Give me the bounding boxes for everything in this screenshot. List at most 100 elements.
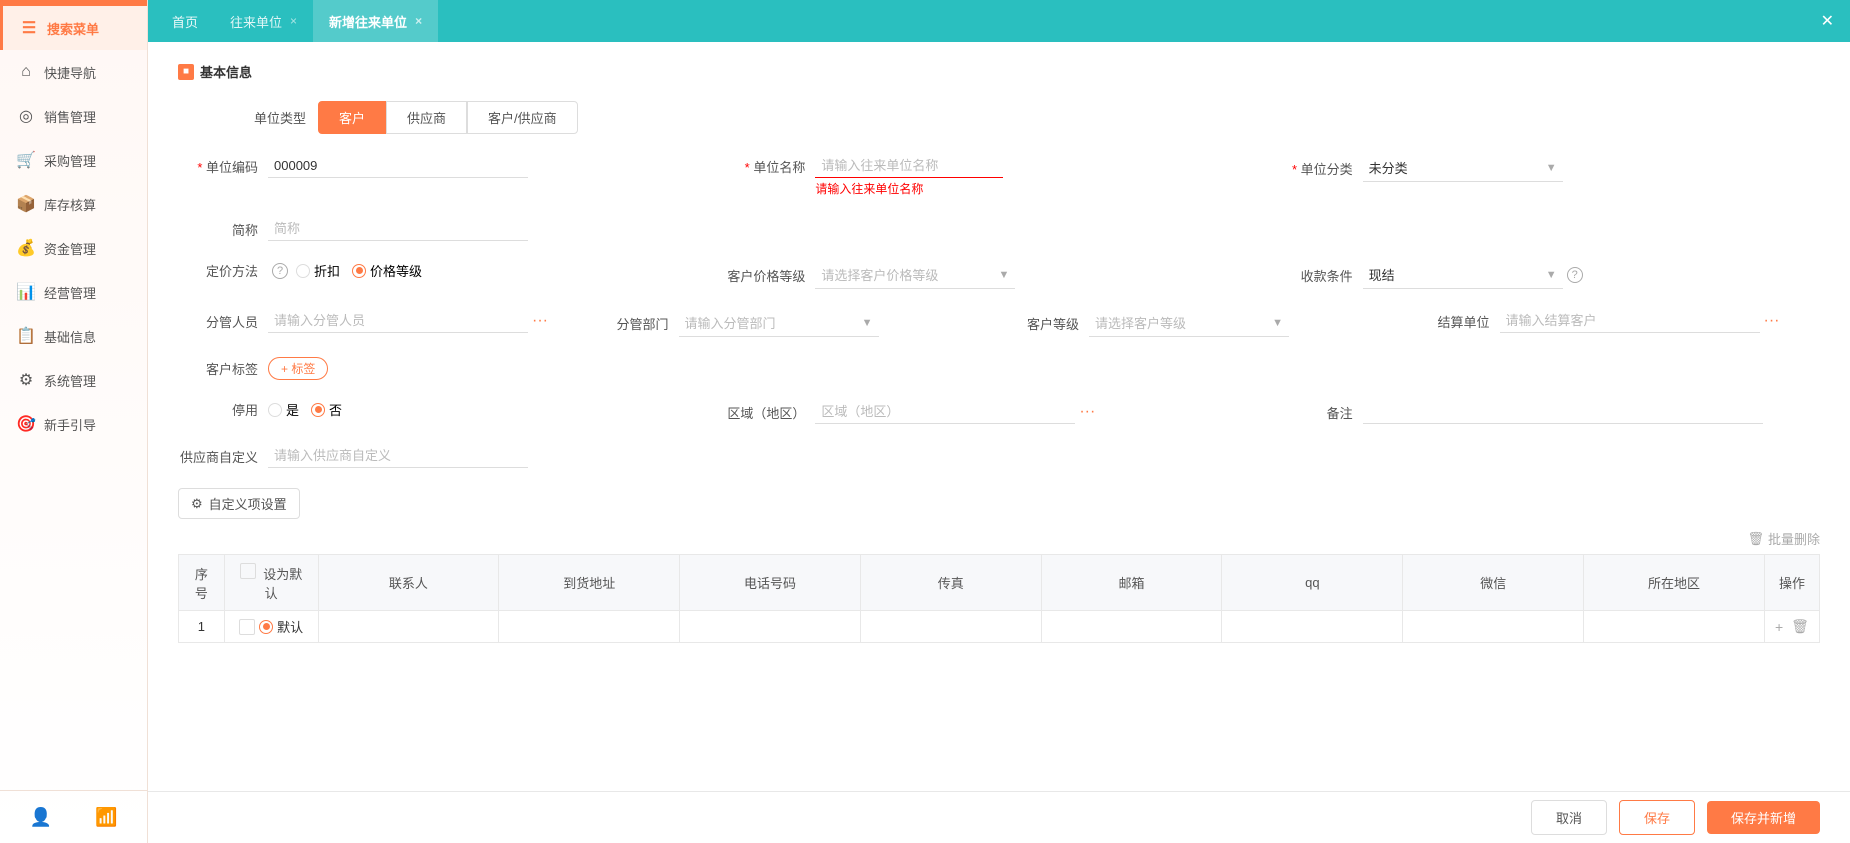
row-fax-input[interactable] (871, 619, 1031, 634)
department-select[interactable]: 请输入分管部门 ▼ (679, 309, 879, 337)
unit-type-both[interactable]: 客户/供应商 (467, 101, 578, 134)
user-icon[interactable]: 👤 (23, 799, 59, 835)
gear-icon: ⚙ (191, 496, 203, 512)
radio-discount-label: 折扣 (314, 261, 340, 280)
field-manager: 分管人员 ··· (178, 309, 589, 333)
row-default-radio-circle (259, 620, 273, 634)
manager-input[interactable] (268, 309, 528, 333)
unit-code-input[interactable] (268, 154, 528, 178)
settlement-unit-more[interactable]: ··· (1764, 312, 1780, 330)
customer-price-level-select[interactable]: 请选择客户价格等级 ▼ (815, 261, 1015, 289)
field-remark: 备注 (1273, 400, 1820, 424)
col-address: 到货地址 (499, 555, 680, 611)
radio-discount[interactable]: 折扣 (296, 261, 340, 280)
radio-disable-yes[interactable]: 是 (268, 400, 299, 419)
custom-settings-button[interactable]: ⚙ 自定义项设置 (178, 488, 300, 519)
tags-label: 客户标签 (178, 359, 268, 378)
unit-type-supplier[interactable]: 供应商 (386, 101, 467, 134)
region-more[interactable]: ··· (1079, 403, 1095, 421)
pricing-method-help[interactable]: ? (272, 263, 288, 279)
section-title-text: 基本信息 (200, 62, 252, 81)
tab-new-partner[interactable]: 新增往来单位 × (313, 0, 438, 42)
window-close-button[interactable]: ✕ (1813, 11, 1842, 31)
tab-partners[interactable]: 往来单位 × (214, 0, 313, 42)
tab-new-partner-close[interactable]: × (415, 14, 422, 28)
row-qq-input[interactable] (1232, 619, 1392, 634)
row-contact-input[interactable] (329, 619, 489, 634)
col-phone: 电话号码 (680, 555, 861, 611)
sidebar-item-label: 销售管理 (44, 107, 96, 126)
save-new-button[interactable]: 保存并新增 (1707, 801, 1820, 834)
sidebar-item-sales[interactable]: ◎ 销售管理 (0, 94, 147, 138)
sidebar-item-new-guide[interactable]: 🎯 新手引导 (0, 402, 147, 446)
table-header: 序号 设为默认 联系人 到货地址 电话号码 传真 邮箱 qq 微信 所在地区 (179, 555, 1820, 611)
row-region-input[interactable] (1594, 619, 1754, 634)
sidebar-item-system[interactable]: ⚙ 系统管理 (0, 358, 147, 402)
save-button[interactable]: 保存 (1619, 800, 1695, 835)
customer-price-level-placeholder: 请选择客户价格等级 (821, 265, 938, 284)
batch-delete-button[interactable]: 🗑 批量删除 (1747, 529, 1820, 548)
settlement-unit-label: 结算单位 (1410, 312, 1500, 331)
unit-name-input[interactable] (815, 154, 1003, 178)
inventory-icon: 📦 (16, 194, 36, 214)
row-add-button[interactable]: + (1775, 619, 1783, 635)
sidebar-item-inventory[interactable]: 📦 库存核算 (0, 182, 147, 226)
sidebar-item-purchase[interactable]: 🛒 采购管理 (0, 138, 147, 182)
supplier-custom-input[interactable] (268, 444, 528, 468)
unit-category-value: 未分类 (1369, 158, 1408, 177)
field-customer-price-level: 客户价格等级 请选择客户价格等级 ▼ (725, 261, 1272, 289)
row-checkbox[interactable] (239, 619, 255, 635)
col-email: 邮箱 (1041, 555, 1222, 611)
row-default-radio[interactable]: 默认 (259, 617, 303, 636)
contact-table-section: 🗑 批量删除 序号 设为默认 联系人 到货地址 电话号码 传 (178, 529, 1820, 643)
unit-name-error: 请输入往来单位名称 (815, 180, 923, 197)
unit-name-label: 单位名称 (725, 157, 815, 176)
settlement-unit-input[interactable] (1500, 309, 1760, 333)
row-address-input[interactable] (509, 619, 669, 634)
batch-delete-label: 批量删除 (1768, 529, 1820, 548)
row-email (1041, 611, 1222, 643)
row-delete-button[interactable]: 🗑 (1791, 618, 1809, 635)
field-payment-terms: 收款条件 现结 ▼ ? (1273, 261, 1820, 289)
manager-more[interactable]: ··· (532, 312, 548, 330)
tab-partners-close[interactable]: × (290, 14, 297, 28)
field-settlement-unit: 结算单位 ··· (1410, 309, 1821, 333)
payment-terms-help[interactable]: ? (1567, 267, 1583, 283)
radio-price-level[interactable]: 价格等级 (352, 261, 422, 280)
payment-terms-select[interactable]: 现结 ▼ (1363, 261, 1563, 289)
unit-category-select[interactable]: 未分类 ▼ (1363, 154, 1563, 182)
unit-type-customer[interactable]: 客户 (318, 101, 386, 134)
region-input[interactable] (815, 400, 1075, 424)
department-label: 分管部门 (589, 314, 679, 333)
tab-new-partner-label: 新增往来单位 (329, 12, 407, 31)
row-region (1584, 611, 1765, 643)
department-placeholder: 请输入分管部门 (685, 313, 776, 332)
row-qq (1222, 611, 1403, 643)
sidebar-item-basic-info[interactable]: 📋 基础信息 (0, 314, 147, 358)
sidebar-item-label: 搜索菜单 (47, 19, 99, 38)
short-name-input[interactable] (268, 217, 528, 241)
customer-price-level-label: 客户价格等级 (725, 266, 815, 285)
row-fax (860, 611, 1041, 643)
sidebar-item-finance[interactable]: 💰 资金管理 (0, 226, 147, 270)
basic-info-icon: 📋 (16, 326, 36, 346)
tab-home[interactable]: 首页 (156, 0, 214, 42)
sidebar-item-search[interactable]: ☰ 搜索菜单 (0, 6, 147, 50)
customer-price-level-chevron: ▼ (998, 269, 1009, 281)
cancel-button[interactable]: 取消 (1531, 800, 1607, 835)
radio-disable-yes-label: 是 (286, 400, 299, 419)
field-unit-category: 单位分类 未分类 ▼ (1273, 154, 1820, 182)
add-tag-button[interactable]: + 标签 (268, 357, 328, 380)
header-checkbox[interactable] (240, 563, 256, 579)
sidebar-item-operations[interactable]: 📊 经营管理 (0, 270, 147, 314)
sidebar-item-quick-nav[interactable]: ⌂ 快捷导航 (0, 50, 147, 94)
sidebar-item-label: 库存核算 (44, 195, 96, 214)
radio-disable-no[interactable]: 否 (311, 400, 342, 419)
row-phone-input[interactable] (690, 619, 850, 634)
sidebar-item-label: 基础信息 (44, 327, 96, 346)
signal-icon[interactable]: 📶 (88, 799, 124, 835)
remark-input[interactable] (1363, 400, 1763, 424)
row-email-input[interactable] (1052, 619, 1212, 634)
row-wechat-input[interactable] (1413, 619, 1573, 634)
customer-level-select[interactable]: 请选择客户等级 ▼ (1089, 309, 1289, 337)
